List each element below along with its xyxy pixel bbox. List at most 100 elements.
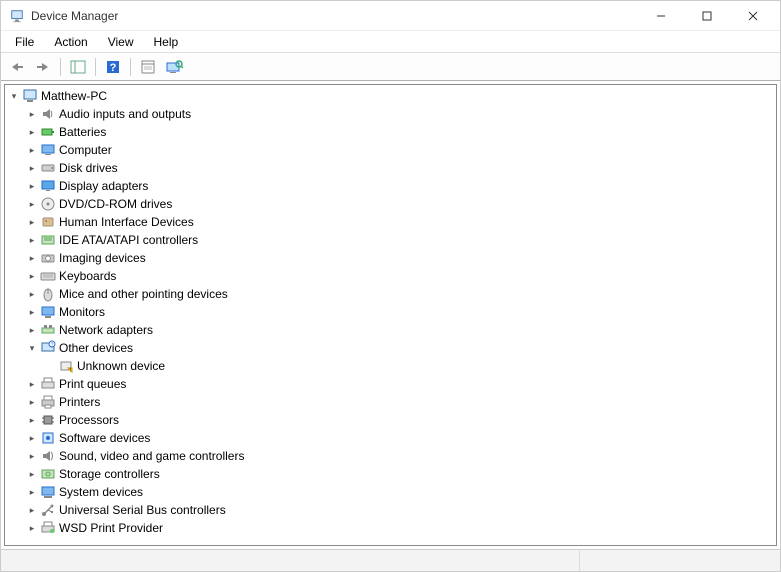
forward-button[interactable] (31, 56, 55, 78)
chevron-down-icon[interactable]: ▾ (25, 341, 39, 355)
expander-placeholder (43, 359, 57, 373)
tree-category-label: Processors (59, 413, 119, 427)
tree-category-label: Display adapters (59, 179, 148, 193)
chevron-right-icon[interactable]: ▸ (25, 215, 39, 229)
storage-icon (40, 466, 56, 482)
other-icon: ? (40, 340, 56, 356)
tree-category-node[interactable]: ▸Network adapters (23, 321, 776, 339)
back-button[interactable] (5, 56, 29, 78)
maximize-button[interactable] (684, 1, 730, 31)
tree-category-node[interactable]: ▸ Imaging devices (23, 249, 776, 267)
tree-category-node[interactable]: ▸ Storage controllers (23, 465, 776, 483)
chevron-right-icon[interactable]: ▸ (25, 449, 39, 463)
chevron-right-icon[interactable]: ▸ (25, 107, 39, 121)
tree-category-node[interactable]: ▸Universal Serial Bus controllers (23, 501, 776, 519)
chevron-right-icon[interactable]: ▸ (25, 287, 39, 301)
software-icon (40, 430, 56, 446)
cpu-icon (40, 412, 56, 428)
chevron-right-icon[interactable]: ▸ (25, 251, 39, 265)
tree-category-node[interactable]: ▸Sound, video and game controllers (23, 447, 776, 465)
ide-icon (40, 232, 56, 248)
svg-text:?: ? (110, 62, 117, 74)
tree-root-node[interactable]: ▾ Matthew-PC (5, 87, 776, 105)
tree-category-label: Monitors (59, 305, 105, 319)
chevron-right-icon[interactable]: ▸ (25, 143, 39, 157)
status-cell (1, 550, 580, 571)
tree-category-label: Print queues (59, 377, 126, 391)
tree-category-node[interactable]: ▸WSD Print Provider (23, 519, 776, 537)
tree-category-node[interactable]: ▸ Monitors (23, 303, 776, 321)
chevron-right-icon[interactable]: ▸ (25, 413, 39, 427)
menu-help[interactable]: Help (144, 33, 189, 51)
tree-root-label: Matthew-PC (41, 89, 107, 103)
tree-category-label: Computer (59, 143, 112, 157)
statusbar (1, 549, 780, 571)
device-tree-pane[interactable]: ▾ Matthew-PC ▸Audio inputs and outputs▸Bat… (4, 84, 777, 546)
tree-category-label: System devices (59, 485, 143, 499)
tree-category-label: Imaging devices (59, 251, 146, 265)
tree-category-node[interactable]: ▸ Human Interface Devices (23, 213, 776, 231)
tree-category-node[interactable]: ▸ IDE ATA/ATAPI controllers (23, 231, 776, 249)
tree-category-label: Storage controllers (59, 467, 160, 481)
chevron-right-icon[interactable]: ▸ (25, 395, 39, 409)
chevron-right-icon[interactable]: ▸ (25, 521, 39, 535)
tree-category-node[interactable]: ▸ Mice and other pointing devices (23, 285, 776, 303)
network-icon (40, 322, 56, 338)
tree-category-node[interactable]: ▾?Other devices (23, 339, 776, 357)
tree-category-label: Software devices (59, 431, 150, 445)
tree-category-node[interactable]: ▸ Display adapters (23, 177, 776, 195)
chevron-right-icon[interactable]: ▸ (25, 323, 39, 337)
keyboard-icon (40, 268, 56, 284)
printqueue-icon (40, 376, 56, 392)
usb-icon (40, 502, 56, 518)
scan-hardware-button[interactable] (162, 56, 186, 78)
tree-category-node[interactable]: ▸ Printers (23, 393, 776, 411)
chevron-right-icon[interactable]: ▸ (25, 503, 39, 517)
menu-action[interactable]: Action (44, 33, 97, 51)
tree-category-node[interactable]: ▸ Print queues (23, 375, 776, 393)
svg-text:?: ? (51, 343, 54, 349)
chevron-right-icon[interactable]: ▸ (25, 161, 39, 175)
tree-category-node[interactable]: ▸ Processors (23, 411, 776, 429)
tree-category-node[interactable]: ▸Batteries (23, 123, 776, 141)
wsd-icon (40, 520, 56, 536)
minimize-button[interactable] (638, 1, 684, 31)
tree-category-label: IDE ATA/ATAPI controllers (59, 233, 198, 247)
chevron-right-icon[interactable]: ▸ (25, 305, 39, 319)
hid-icon (40, 214, 56, 230)
menubar: File Action View Help (1, 31, 780, 53)
display-icon (40, 178, 56, 194)
chevron-right-icon[interactable]: ▸ (25, 233, 39, 247)
tree-category-node[interactable]: ▸ System devices (23, 483, 776, 501)
chevron-right-icon[interactable]: ▸ (25, 467, 39, 481)
tree-category-node[interactable]: ▸ Software devices (23, 429, 776, 447)
tree-category-label: Printers (59, 395, 100, 409)
chevron-right-icon[interactable]: ▸ (25, 179, 39, 193)
battery-icon (40, 124, 56, 140)
chevron-right-icon[interactable]: ▸ (25, 431, 39, 445)
tree-category-label: Human Interface Devices (59, 215, 194, 229)
properties-button[interactable] (136, 56, 160, 78)
tree-category-node[interactable]: ▸ Disk drives (23, 159, 776, 177)
show-hide-tree-button[interactable] (66, 56, 90, 78)
tree-category-label: Disk drives (59, 161, 118, 175)
tree-category-node[interactable]: ▸Keyboards (23, 267, 776, 285)
chevron-right-icon[interactable]: ▸ (25, 125, 39, 139)
close-button[interactable] (730, 1, 776, 31)
computer-icon (40, 142, 56, 158)
menu-view[interactable]: View (98, 33, 144, 51)
device-tree: ▾ Matthew-PC ▸Audio inputs and outputs▸Bat… (5, 87, 776, 537)
tree-category-node[interactable]: ▸ Computer (23, 141, 776, 159)
chevron-right-icon[interactable]: ▸ (25, 269, 39, 283)
audio-icon (40, 106, 56, 122)
chevron-down-icon[interactable]: ▾ (7, 89, 21, 103)
tree-category-label: Mice and other pointing devices (59, 287, 228, 301)
chevron-right-icon[interactable]: ▸ (25, 377, 39, 391)
chevron-right-icon[interactable]: ▸ (25, 485, 39, 499)
chevron-right-icon[interactable]: ▸ (25, 197, 39, 211)
menu-file[interactable]: File (5, 33, 44, 51)
tree-category-node[interactable]: ▸Audio inputs and outputs (23, 105, 776, 123)
tree-category-node[interactable]: ▸DVD/CD-ROM drives (23, 195, 776, 213)
help-button[interactable]: ? (101, 56, 125, 78)
tree-device-node[interactable]: !Unknown device (41, 357, 776, 375)
